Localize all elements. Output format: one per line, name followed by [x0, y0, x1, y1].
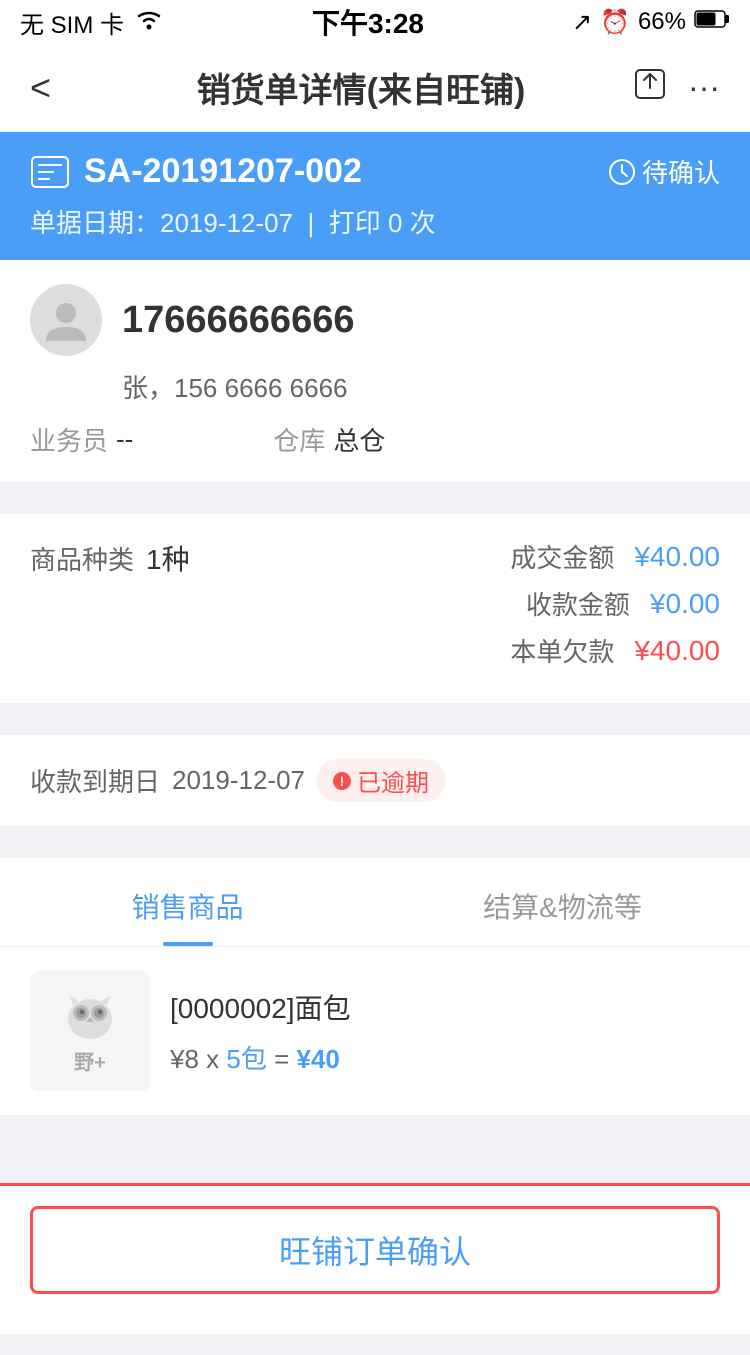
salesman-value: -- [116, 424, 133, 455]
transaction-value: ¥40.00 [634, 541, 720, 573]
owed-label: 本单欠款 [510, 632, 614, 669]
received-value: ¥0.00 [650, 588, 720, 620]
order-id: SA-20191207-002 [30, 152, 362, 191]
divider-2 [0, 719, 750, 735]
owed-value: ¥40.00 [634, 635, 720, 667]
equals-sign: = [274, 1044, 296, 1074]
product-name: [0000002]面包 [170, 987, 720, 1027]
confirm-button-wrap: 旺铺订单确认 [0, 1183, 750, 1334]
back-button[interactable]: < [30, 67, 90, 109]
warehouse-value: 总仓 [333, 421, 385, 458]
location-icon: ↗ [572, 8, 592, 37]
wifi-icon [134, 8, 164, 37]
customer-name: 张，156 6666 6666 [122, 368, 720, 405]
status-right: ↗ ⏰ 66% [572, 8, 730, 37]
customer-details: 业务员 -- 仓库 总仓 [30, 421, 720, 458]
tab-settlement[interactable]: 结算&物流等 [375, 858, 750, 946]
amount-right: 成交金额 ¥40.00 收款金额 ¥0.00 本单欠款 ¥40.00 [510, 538, 720, 679]
no-sim-text: 无 SIM 卡 [20, 5, 124, 40]
page-title: 销货单详情(来自旺铺) [197, 63, 526, 112]
tab-sales-label: 销售商品 [131, 892, 243, 923]
alarm-icon: ⏰ [600, 8, 630, 37]
transaction-label: 成交金额 [510, 538, 614, 575]
product-thumbnail: 野+ [30, 971, 150, 1091]
product-total: ¥40 [297, 1044, 340, 1074]
salesman-label: 业务员 [30, 421, 108, 458]
order-meta: 单据日期：2019-12-07 | 打印 0 次 [30, 203, 720, 240]
customer-avatar [30, 284, 102, 356]
overdue-text: 已逾期 [357, 763, 429, 798]
product-type-label: 商品种类 [30, 540, 134, 577]
overdue-badge: ! 已逾期 [317, 759, 445, 802]
product-price: ¥8 x 5包 = ¥40 [170, 1039, 720, 1076]
status-time: 下午3:28 [312, 2, 424, 42]
nav-bar: < 销货单详情(来自旺铺) ··· [0, 44, 750, 132]
product-brand-text: 野+ [74, 1046, 106, 1075]
product-quantity: 5包 [226, 1044, 266, 1074]
battery-icon [694, 8, 730, 36]
nav-actions: ··· [632, 66, 720, 110]
battery-text: 66% [638, 8, 686, 36]
divider-1 [0, 498, 750, 514]
divider-3 [0, 842, 750, 858]
product-item: 野+ [0000002]面包 ¥8 x 5包 = ¥40 [0, 947, 750, 1115]
product-info: [0000002]面包 ¥8 x 5包 = ¥40 [170, 987, 720, 1076]
order-header: SA-20191207-002 待确认 单据日期：2019-12-07 | 打印… [0, 132, 750, 260]
tab-bar: 销售商品 结算&物流等 [0, 858, 750, 947]
due-date: 2019-12-07 [172, 765, 305, 796]
order-status: 待确认 [608, 153, 720, 190]
customer-section: 17666666666 张，156 6666 6666 业务员 -- 仓库 总仓 [0, 260, 750, 482]
customer-phone: 17666666666 [122, 299, 354, 342]
tab-sales-products[interactable]: 销售商品 [0, 858, 375, 946]
tab-settlement-label: 结算&物流等 [483, 892, 642, 923]
status-bar: 无 SIM 卡 下午3:28 ↗ ⏰ 66% [0, 0, 750, 44]
product-type-area: 商品种类 1种 [30, 538, 190, 578]
due-section: 收款到期日 2019-12-07 ! 已逾期 [0, 735, 750, 826]
product-section: 野+ [0000002]面包 ¥8 x 5包 = ¥40 [0, 947, 750, 1115]
overdue-icon: ! [333, 772, 351, 790]
amount-section: 商品种类 1种 成交金额 ¥40.00 收款金额 ¥0.00 本单欠款 ¥40.… [0, 514, 750, 703]
received-label: 收款金额 [526, 585, 630, 622]
product-type-value: 1种 [146, 538, 190, 578]
status-left: 无 SIM 卡 [20, 5, 164, 40]
due-label: 收款到期日 [30, 762, 160, 799]
share-icon[interactable] [632, 66, 668, 110]
price-value: ¥8 [170, 1044, 199, 1074]
warehouse-label: 仓库 [273, 421, 325, 458]
multiply-sign: x [206, 1044, 226, 1074]
more-icon[interactable]: ··· [688, 69, 720, 106]
confirm-order-button[interactable]: 旺铺订单确认 [30, 1206, 720, 1294]
